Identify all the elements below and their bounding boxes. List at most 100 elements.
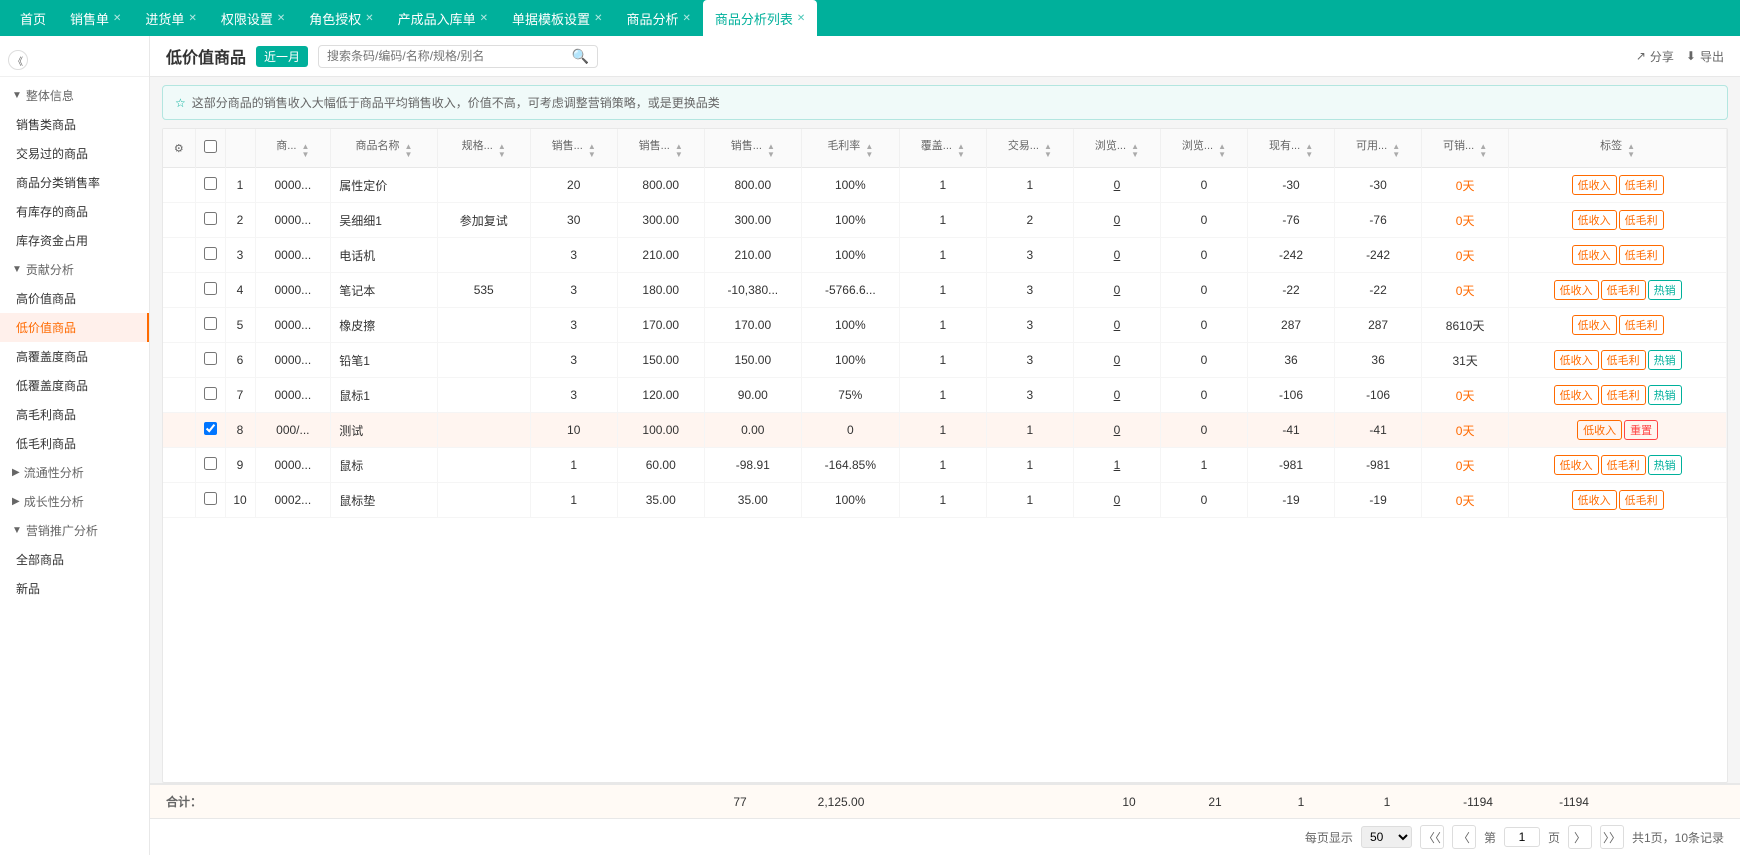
prev-page-btn[interactable]: 〈	[1452, 825, 1476, 849]
column-margin[interactable]: 毛利率 ▲▼	[801, 129, 899, 168]
row-select-checkbox[interactable]	[204, 282, 217, 295]
nav-sales[interactable]: 销售单 ✕	[58, 0, 133, 36]
row-view1-link[interactable]: 0	[1114, 493, 1121, 507]
next-page-btn[interactable]: 〉	[1568, 825, 1592, 849]
search-input[interactable]	[327, 49, 572, 63]
row-view1-link[interactable]: 0	[1114, 388, 1121, 402]
sidebar-item-category-rate[interactable]: 商品分类销售率	[0, 168, 149, 197]
row-checkbox[interactable]	[195, 273, 225, 308]
sidebar-item-traded-goods[interactable]: 交易过的商品	[0, 139, 149, 168]
nav-permissions-close[interactable]: ✕	[277, 13, 285, 24]
nav-purchase[interactable]: 进货单 ✕	[133, 0, 208, 36]
column-sale1[interactable]: 销售... ▲▼	[530, 129, 617, 168]
row-select-checkbox[interactable]	[204, 457, 217, 470]
column-spec[interactable]: 规格... ▲▼	[437, 129, 530, 168]
column-current[interactable]: 现有... ▲▼	[1248, 129, 1335, 168]
sidebar-item-stock-goods[interactable]: 有库存的商品	[0, 197, 149, 226]
sidebar-item-new-goods[interactable]: 新品	[0, 574, 149, 603]
row-view1[interactable]: 1	[1073, 448, 1160, 483]
nav-product-analysis[interactable]: 商品分析 ✕	[614, 0, 702, 36]
row-select-checkbox[interactable]	[204, 177, 217, 190]
column-cover[interactable]: 覆盖... ▲▼	[899, 129, 986, 168]
sidebar-item-high-coverage[interactable]: 高覆盖度商品	[0, 342, 149, 371]
row-view1[interactable]: 0	[1073, 308, 1160, 343]
nav-permissions[interactable]: 权限设置 ✕	[209, 0, 297, 36]
row-checkbox[interactable]	[195, 168, 225, 203]
sidebar-group-contribution[interactable]: ▼ 贡献分析	[0, 255, 149, 284]
sidebar-item-all-goods[interactable]: 全部商品	[0, 545, 149, 574]
column-trade[interactable]: 交易... ▲▼	[986, 129, 1073, 168]
time-badge[interactable]: 近一月	[256, 46, 308, 67]
column-sale3[interactable]: 销售... ▲▼	[704, 129, 801, 168]
nav-product-analysis-list[interactable]: 商品分析列表 ✕	[703, 0, 817, 36]
nav-template[interactable]: 单据模板设置 ✕	[500, 0, 614, 36]
column-name[interactable]: 商品名称 ▲▼	[331, 129, 438, 168]
nav-product-analysis-close[interactable]: ✕	[682, 13, 690, 24]
row-view1[interactable]: 0	[1073, 378, 1160, 413]
row-view1-link[interactable]: 0	[1114, 283, 1121, 297]
nav-template-close[interactable]: ✕	[594, 13, 602, 24]
sidebar-group-flow[interactable]: ▶ 流通性分析	[0, 458, 149, 487]
column-sale2[interactable]: 销售... ▲▼	[617, 129, 704, 168]
row-view1-link[interactable]: 0	[1114, 353, 1121, 367]
sidebar-group-marketing[interactable]: ▼ 营销推广分析	[0, 516, 149, 545]
row-view1-link[interactable]: 0	[1114, 423, 1121, 437]
nav-purchase-close[interactable]: ✕	[188, 13, 196, 24]
row-checkbox[interactable]	[195, 308, 225, 343]
row-checkbox[interactable]	[195, 483, 225, 518]
column-available[interactable]: 可用... ▲▼	[1335, 129, 1422, 168]
nav-product-analysis-list-close[interactable]: ✕	[797, 13, 805, 24]
row-view1[interactable]: 0	[1073, 343, 1160, 378]
row-view1[interactable]: 0	[1073, 203, 1160, 238]
nav-roles[interactable]: 角色授权 ✕	[297, 0, 385, 36]
page-size-select[interactable]: 50 100 200	[1361, 826, 1412, 848]
select-all-checkbox[interactable]	[204, 140, 217, 153]
column-checkbox[interactable]	[195, 129, 225, 168]
row-view1[interactable]: 0	[1073, 273, 1160, 308]
nav-home[interactable]: 首页	[8, 0, 58, 36]
sidebar-collapse-btn[interactable]: 《	[8, 50, 28, 70]
column-settings[interactable]: ⚙	[163, 129, 195, 168]
sidebar-item-sales-goods[interactable]: 销售类商品	[0, 110, 149, 139]
row-view1-link[interactable]: 0	[1114, 213, 1121, 227]
row-select-checkbox[interactable]	[204, 387, 217, 400]
nav-sales-close[interactable]: ✕	[113, 13, 121, 24]
sidebar-item-stock-capital[interactable]: 库存资金占用	[0, 226, 149, 255]
last-page-btn[interactable]: 〉〉	[1600, 825, 1624, 849]
column-tags[interactable]: 标签 ▲▼	[1509, 129, 1727, 168]
row-checkbox[interactable]	[195, 343, 225, 378]
row-view1[interactable]: 0	[1073, 168, 1160, 203]
row-view1-link[interactable]: 0	[1114, 318, 1121, 332]
search-icon[interactable]: 🔍	[572, 48, 589, 65]
sidebar-item-low-coverage[interactable]: 低覆盖度商品	[0, 371, 149, 400]
row-select-checkbox[interactable]	[204, 492, 217, 505]
nav-warehouse[interactable]: 产成品入库单 ✕	[386, 0, 500, 36]
column-sellable[interactable]: 可销... ▲▼	[1422, 129, 1509, 168]
row-select-checkbox[interactable]	[204, 352, 217, 365]
row-checkbox[interactable]	[195, 238, 225, 273]
column-view1[interactable]: 浏览... ▲▼	[1073, 129, 1160, 168]
row-checkbox[interactable]	[195, 378, 225, 413]
first-page-btn[interactable]: 〈〈	[1420, 825, 1444, 849]
column-view2[interactable]: 浏览... ▲▼	[1160, 129, 1247, 168]
row-checkbox[interactable]	[195, 448, 225, 483]
row-select-checkbox[interactable]	[204, 422, 217, 435]
nav-warehouse-close[interactable]: ✕	[480, 13, 488, 24]
row-select-checkbox[interactable]	[204, 247, 217, 260]
sidebar-group-overall[interactable]: ▼ 整体信息	[0, 81, 149, 110]
nav-roles-close[interactable]: ✕	[365, 13, 373, 24]
sidebar-item-low-value[interactable]: 低价值商品	[0, 313, 149, 342]
row-checkbox[interactable]	[195, 413, 225, 448]
sidebar-group-growth[interactable]: ▶ 成长性分析	[0, 487, 149, 516]
column-code[interactable]: 商... ▲▼	[255, 129, 331, 168]
sidebar-item-low-margin[interactable]: 低毛利商品	[0, 429, 149, 458]
row-checkbox[interactable]	[195, 203, 225, 238]
row-view1-link[interactable]: 0	[1114, 248, 1121, 262]
row-select-checkbox[interactable]	[204, 317, 217, 330]
export-button[interactable]: ⬇ 导出	[1686, 48, 1724, 65]
row-view1[interactable]: 0	[1073, 483, 1160, 518]
row-view1[interactable]: 0	[1073, 238, 1160, 273]
sidebar-item-high-margin[interactable]: 高毛利商品	[0, 400, 149, 429]
share-button[interactable]: ↗ 分享	[1636, 48, 1674, 65]
row-select-checkbox[interactable]	[204, 212, 217, 225]
